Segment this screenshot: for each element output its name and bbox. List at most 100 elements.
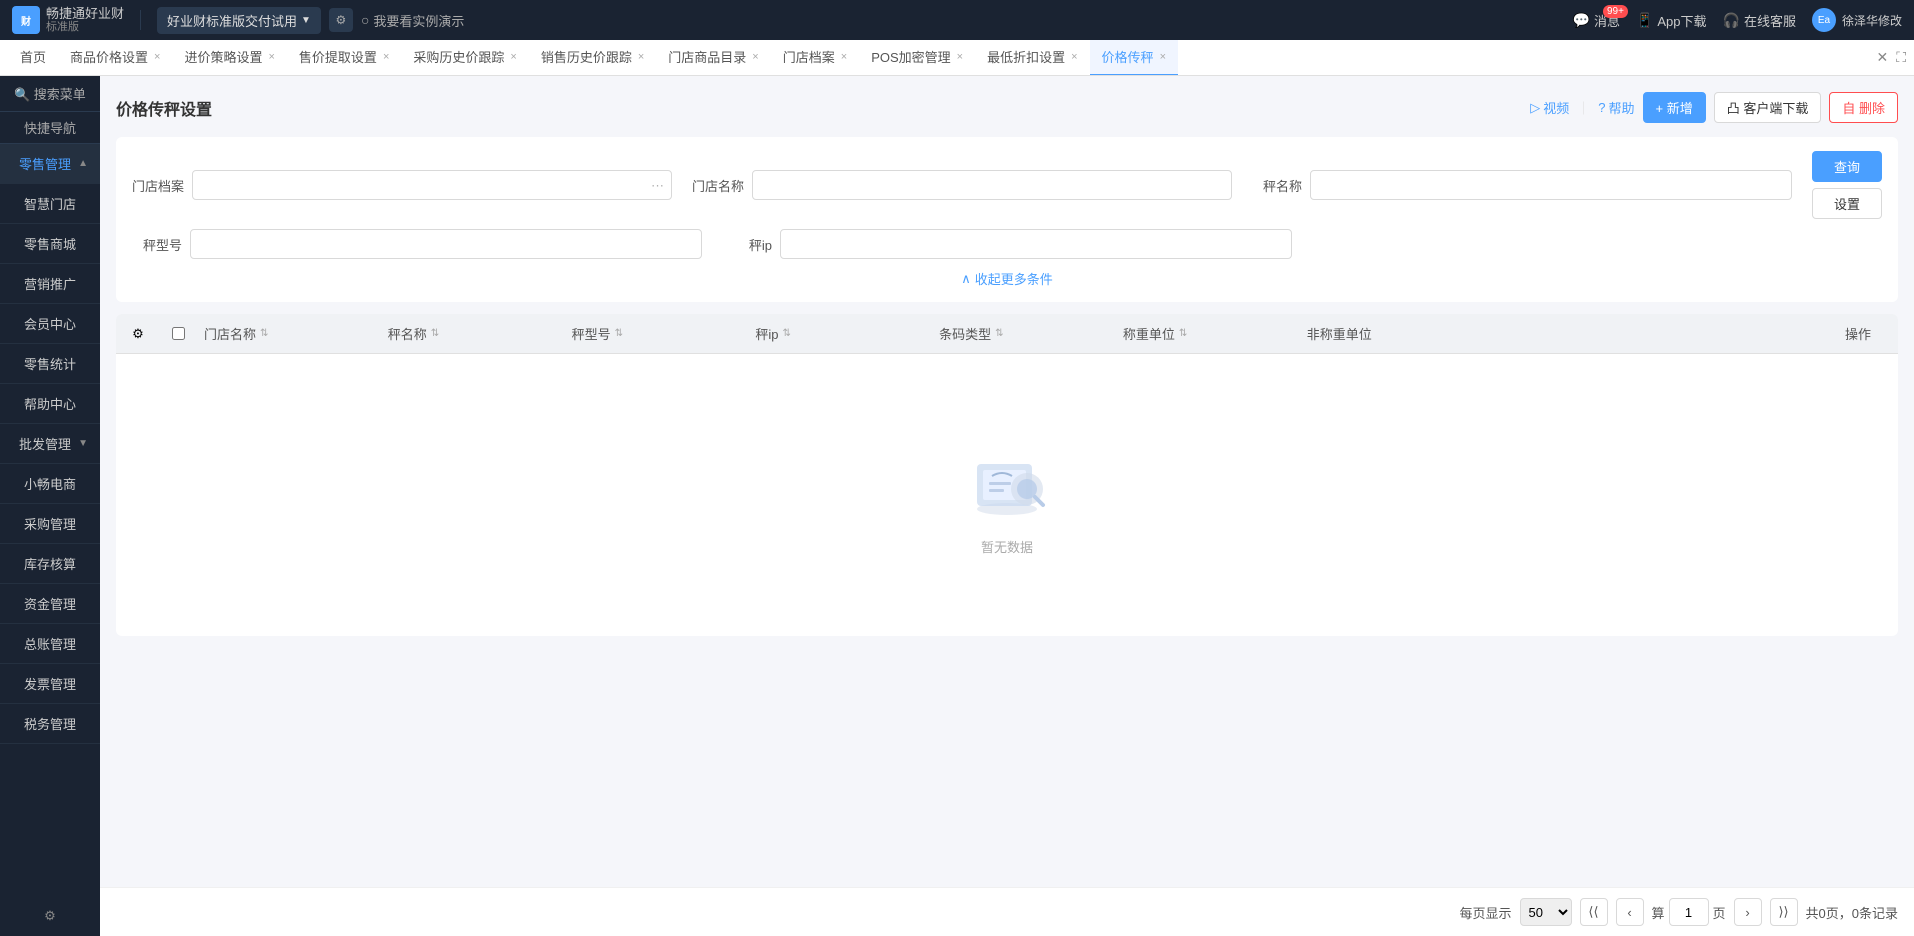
collapse-row: ∧ 收起更多条件 bbox=[132, 269, 1882, 288]
scale-model-input[interactable] bbox=[190, 229, 702, 259]
close-icon[interactable]: × bbox=[957, 51, 963, 63]
sort-icon[interactable]: ⇅ bbox=[782, 328, 790, 339]
tab-store-catalog[interactable]: 门店商品目录 × bbox=[656, 40, 770, 76]
table-header: ⚙ 门店名称 ⇅ 秤名称 ⇅ 秤型号 ⇅ bbox=[116, 314, 1898, 354]
sidebar: 🔍 搜索菜单 快捷导航 零售管理 ▲ 智慧门店 零售商城 营销推广 会员中心 零… bbox=[0, 76, 100, 936]
sidebar-item-marketing[interactable]: 营销推广 bbox=[0, 264, 100, 304]
scale-ip-input[interactable] bbox=[780, 229, 1292, 259]
ellipsis-icon[interactable]: ··· bbox=[651, 178, 664, 193]
tab-product-price[interactable]: 商品价格设置 × bbox=[58, 40, 172, 76]
close-icon[interactable]: × bbox=[383, 51, 389, 63]
download-btn[interactable]: 凸 客户端下载 bbox=[1714, 92, 1822, 123]
page-number-input[interactable]: 1 bbox=[1669, 898, 1709, 926]
tab-price-scale[interactable]: 价格传秤 × bbox=[1090, 40, 1178, 76]
avatar: Ea bbox=[1812, 8, 1836, 32]
sidebar-item-general-ledger[interactable]: 总账管理 bbox=[0, 624, 100, 664]
sort-icon[interactable]: ⇅ bbox=[431, 328, 439, 339]
table-area: ⚙ 门店名称 ⇅ 秤名称 ⇅ 秤型号 ⇅ bbox=[116, 314, 1898, 636]
sidebar-item-invoice[interactable]: 发票管理 bbox=[0, 664, 100, 704]
sort-icon[interactable]: ⇅ bbox=[1179, 328, 1187, 339]
chevron-up-icon: ∧ bbox=[961, 271, 971, 287]
close-icon[interactable]: × bbox=[752, 51, 758, 63]
sidebar-search[interactable]: 🔍 搜索菜单 bbox=[0, 76, 100, 112]
pagination-total: 共0页，0条记录 bbox=[1806, 903, 1898, 922]
sidebar-settings[interactable]: ⚙ bbox=[0, 896, 100, 936]
tab-price-extract[interactable]: 售价提取设置 × bbox=[287, 40, 401, 76]
table-checkbox-all[interactable] bbox=[160, 327, 196, 340]
sort-icon[interactable]: ⇅ bbox=[995, 328, 1003, 339]
collapse-btn[interactable]: ∧ 收起更多条件 bbox=[961, 269, 1053, 288]
first-page-btn[interactable]: ⟨⟨ bbox=[1580, 898, 1608, 926]
user-menu[interactable]: Ea 徐泽华修改 bbox=[1812, 8, 1902, 32]
sidebar-item-help[interactable]: 帮助中心 bbox=[0, 384, 100, 424]
sidebar-item-wholesale[interactable]: 批发管理 ▼ bbox=[0, 424, 100, 464]
sidebar-item-retail[interactable]: 零售管理 ▲ bbox=[0, 144, 100, 184]
close-icon[interactable]: × bbox=[841, 51, 847, 63]
scale-name-input[interactable] bbox=[1310, 170, 1792, 200]
sidebar-item-retail-stats[interactable]: 零售统计 bbox=[0, 344, 100, 384]
play-icon: ▷ bbox=[1530, 100, 1540, 116]
app-download-btn[interactable]: 📱 App下载 bbox=[1636, 11, 1707, 30]
online-service-btn[interactable]: 🎧 在线客服 bbox=[1723, 11, 1796, 30]
scale-name-field: 秤名称 bbox=[1252, 170, 1792, 200]
header-left: 财 畅捷通好业财 标准版 好业财标准版交付试用 ▼ ⚙ ○ 我要看实例演示 bbox=[12, 6, 464, 35]
tab-sales-history[interactable]: 销售历史价跟踪 × bbox=[529, 40, 656, 76]
store-archive-input[interactable] bbox=[192, 170, 672, 200]
settings-icon[interactable]: ⚙ bbox=[329, 8, 353, 32]
sidebar-item-ecommerce[interactable]: 小畅电商 bbox=[0, 464, 100, 504]
sidebar-item-members[interactable]: 会员中心 bbox=[0, 304, 100, 344]
add-btn[interactable]: + 新增 bbox=[1643, 92, 1706, 123]
help-link[interactable]: ? 帮助 bbox=[1598, 98, 1634, 117]
sidebar-quick-nav[interactable]: 快捷导航 bbox=[0, 112, 100, 144]
close-icon[interactable]: × bbox=[638, 51, 644, 63]
maximize-tab-icon[interactable]: ⛶ bbox=[1896, 49, 1906, 66]
close-icon[interactable]: × bbox=[510, 51, 516, 63]
table-settings-icon[interactable]: ⚙ bbox=[116, 326, 160, 342]
sidebar-item-smart-store[interactable]: 智慧门店 bbox=[0, 184, 100, 224]
pagination: 每页显示 50 10 20 100 ⟨⟨ ‹ 算 1 页 › ⟩⟩ bbox=[100, 887, 1914, 936]
prev-page-btn[interactable]: ‹ bbox=[1616, 898, 1644, 926]
col-scale-ip: 秤ip ⇅ bbox=[747, 324, 931, 343]
query-btn[interactable]: 查询 bbox=[1812, 151, 1882, 182]
scale-name-label: 秤名称 bbox=[1252, 176, 1302, 195]
messages-btn[interactable]: 💬 消息 99+ bbox=[1573, 11, 1620, 30]
tab-purchase-history[interactable]: 采购历史价跟踪 × bbox=[401, 40, 528, 76]
tab-store-archive[interactable]: 门店档案 × bbox=[771, 40, 859, 76]
sidebar-item-retail-mall[interactable]: 零售商城 bbox=[0, 224, 100, 264]
scale-ip-field: 秤ip bbox=[722, 229, 1292, 259]
sort-icon[interactable]: ⇅ bbox=[615, 328, 623, 339]
sort-icon[interactable]: ⇅ bbox=[260, 328, 268, 339]
tab-pos-management[interactable]: POS加密管理 × bbox=[859, 40, 975, 76]
sidebar-item-purchase[interactable]: 采购管理 bbox=[0, 504, 100, 544]
content-area: 价格传秤设置 ▷ 视频 ｜ ? 帮助 + 新增 凸 客户端下载 bbox=[100, 76, 1914, 936]
delete-btn[interactable]: 自 删除 bbox=[1829, 92, 1898, 123]
next-page-btn[interactable]: › bbox=[1734, 898, 1762, 926]
close-tab-icon[interactable]: ✕ bbox=[1876, 49, 1888, 66]
tab-purchase-strategy[interactable]: 进价策略设置 × bbox=[172, 40, 286, 76]
last-page-btn[interactable]: ⟩⟩ bbox=[1770, 898, 1798, 926]
col-scale-model: 秤型号 ⇅ bbox=[564, 324, 748, 343]
sidebar-item-finance[interactable]: 资金管理 bbox=[0, 584, 100, 624]
sidebar-item-tax[interactable]: 税务管理 bbox=[0, 704, 100, 744]
tab-home[interactable]: 首页 bbox=[8, 40, 58, 76]
tab-min-discount[interactable]: 最低折扣设置 × bbox=[975, 40, 1089, 76]
video-link[interactable]: ▷ 视频 bbox=[1530, 98, 1569, 117]
close-icon[interactable]: × bbox=[1160, 51, 1166, 63]
select-all-checkbox[interactable] bbox=[172, 327, 185, 340]
settings-btn[interactable]: 设置 bbox=[1812, 188, 1882, 219]
prev-page-icon: ‹ bbox=[1627, 905, 1631, 920]
store-name-input[interactable] bbox=[752, 170, 1232, 200]
col-store-name: 门店名称 ⇅ bbox=[196, 324, 380, 343]
page-size-select[interactable]: 50 10 20 100 bbox=[1520, 898, 1572, 926]
store-archive-field: 门店档案 ··· bbox=[132, 170, 672, 200]
close-icon[interactable]: × bbox=[154, 51, 160, 63]
close-icon[interactable]: × bbox=[1071, 51, 1077, 63]
settings-gear-icon: ⚙ bbox=[44, 908, 56, 923]
top-header: 财 畅捷通好业财 标准版 好业财标准版交付试用 ▼ ⚙ ○ 我要看实例演示 💬 … bbox=[0, 0, 1914, 40]
close-icon[interactable]: × bbox=[268, 51, 274, 63]
version-selector[interactable]: 好业财标准版交付试用 ▼ bbox=[157, 7, 321, 34]
sidebar-item-inventory[interactable]: 库存核算 bbox=[0, 544, 100, 584]
demo-link[interactable]: ○ 我要看实例演示 bbox=[361, 11, 464, 30]
header-right: 💬 消息 99+ 📱 App下载 🎧 在线客服 Ea 徐泽华修改 bbox=[1573, 8, 1903, 32]
page-title: 价格传秤设置 bbox=[116, 96, 212, 120]
